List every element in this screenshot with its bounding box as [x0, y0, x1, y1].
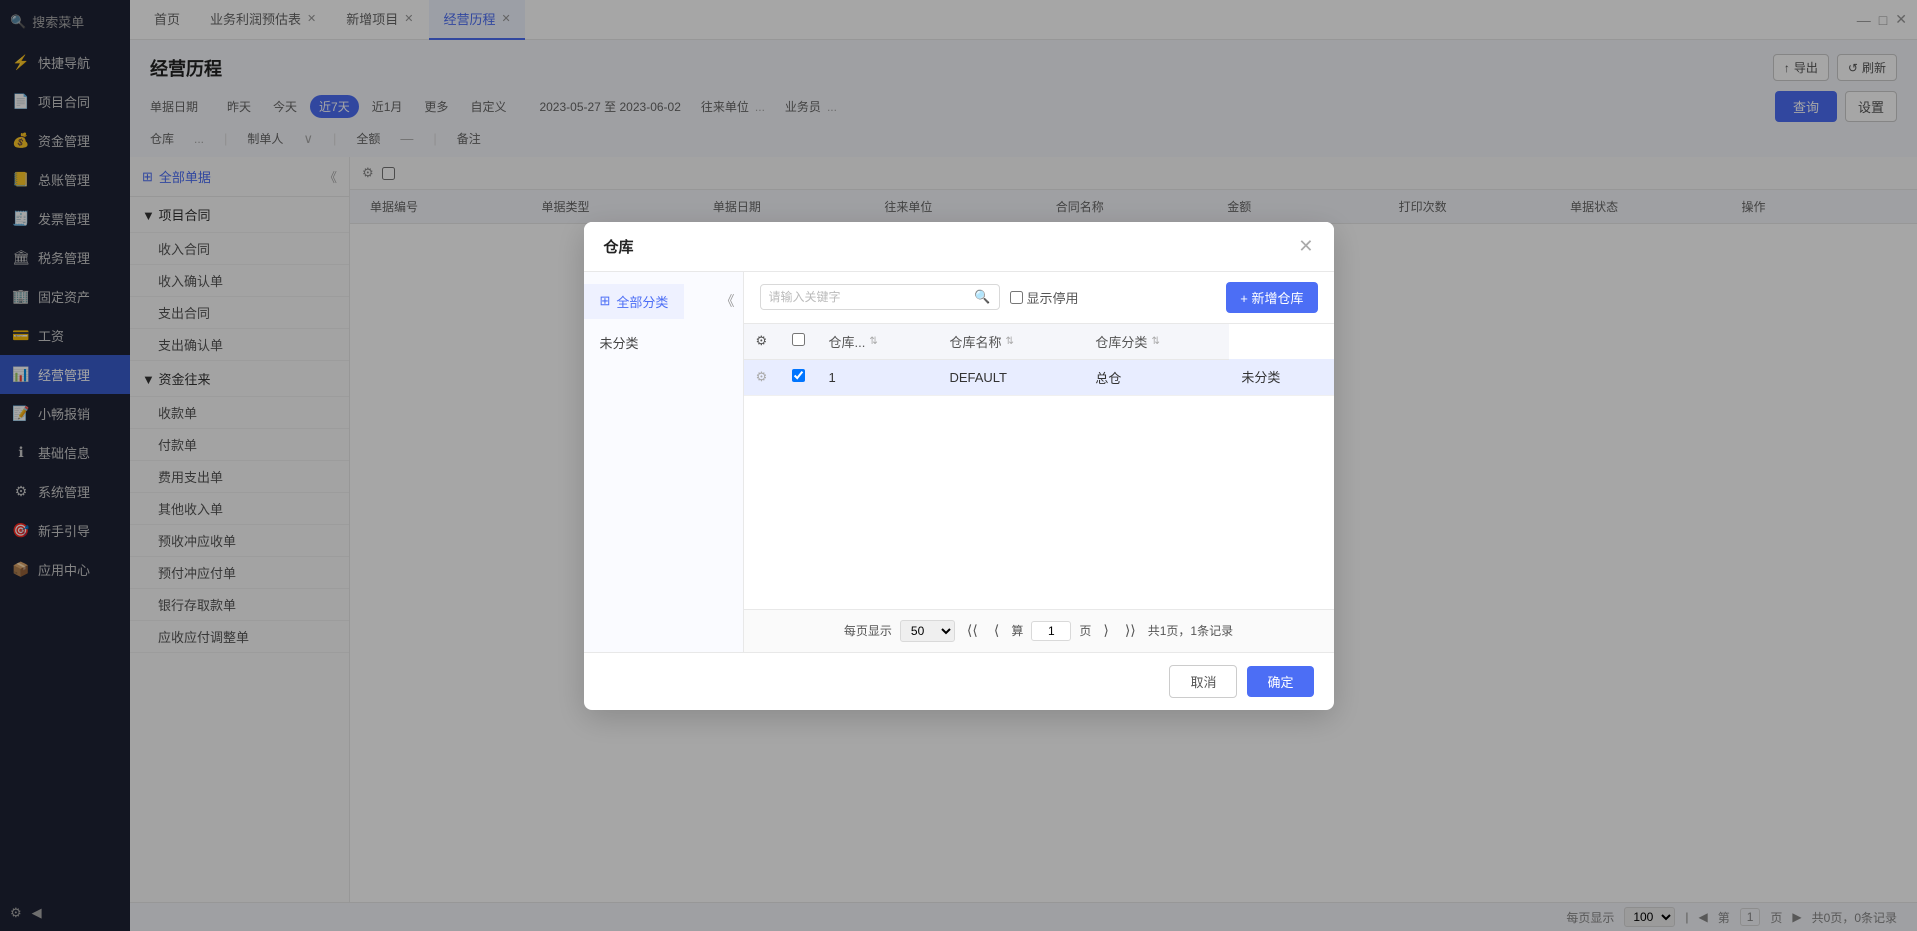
col-gear-header: ⚙	[744, 324, 780, 360]
modal-overlay: 仓库 ✕ ⊞ 全部分类 《 未分类	[0, 0, 1917, 931]
modal-collapse-button[interactable]: 《	[721, 291, 735, 311]
modal-right-panel: 🔍 显示停用 + 新增仓库 ⚙	[744, 272, 1334, 652]
modal-category-all[interactable]: ⊞ 全部分类	[584, 284, 685, 319]
confirm-button[interactable]: 确定	[1247, 666, 1313, 697]
modal-total-label: 共1页，1条记录	[1148, 622, 1233, 639]
modal-actions: 取消 确定	[584, 652, 1334, 710]
col-check-header	[780, 324, 817, 360]
search-icon: 🔍	[974, 289, 990, 305]
cancel-button[interactable]: 取消	[1169, 665, 1237, 698]
modal-page-label-after: 页	[1079, 622, 1091, 639]
row-name: 总仓	[1083, 359, 1229, 395]
grid-icon: ⊞	[600, 293, 611, 309]
show-disabled-label[interactable]: 显示停用	[1010, 288, 1079, 307]
table-select-all[interactable]	[792, 333, 805, 346]
row-category: 未分类	[1229, 359, 1333, 395]
modal-next-page-btn[interactable]: ⟩	[1099, 620, 1112, 641]
modal-toolbar: 🔍 显示停用 + 新增仓库	[744, 272, 1334, 324]
show-disabled-checkbox[interactable]	[1010, 291, 1023, 304]
modal-table: ⚙ 仓库...⇅ 仓库名称⇅ 仓库分类⇅	[744, 324, 1334, 609]
modal-category-unclassified[interactable]: 未分类	[584, 325, 743, 360]
row-code: DEFAULT	[937, 359, 1083, 395]
col-code-header: 仓库...⇅	[817, 324, 938, 360]
modal-body: ⊞ 全部分类 《 未分类 🔍	[584, 272, 1334, 652]
table-row[interactable]: ⚙ 1 DEFAULT 总仓 未分类	[744, 359, 1334, 395]
add-warehouse-button[interactable]: + 新增仓库	[1226, 282, 1317, 313]
modal-page-size-select[interactable]: 102050100	[900, 620, 955, 642]
modal-first-page-btn[interactable]: ⟨⟨	[963, 620, 982, 641]
modal-search-box: 🔍	[760, 284, 1000, 310]
modal-page-size-label: 每页显示	[844, 622, 892, 639]
modal-pagination: 每页显示 102050100 ⟨⟨ ⟨ 算 页 ⟩ ⟩⟩ 共1页，1条记录	[744, 609, 1334, 652]
row-gear[interactable]: ⚙	[744, 359, 780, 395]
col-name-header: 仓库名称⇅	[937, 324, 1083, 360]
warehouse-modal: 仓库 ✕ ⊞ 全部分类 《 未分类	[584, 222, 1334, 710]
modal-page-label-before: 算	[1011, 622, 1023, 639]
modal-prev-page-btn[interactable]: ⟨	[990, 620, 1003, 641]
modal-left-panel: ⊞ 全部分类 《 未分类	[584, 272, 744, 652]
modal-header: 仓库 ✕	[584, 222, 1334, 272]
row-check[interactable]	[780, 359, 817, 395]
modal-search-input[interactable]	[769, 290, 971, 304]
row-num: 1	[817, 359, 938, 395]
modal-last-page-btn[interactable]: ⟩⟩	[1121, 620, 1140, 641]
col-category-header: 仓库分类⇅	[1083, 324, 1229, 360]
modal-close-button[interactable]: ✕	[1298, 236, 1313, 257]
modal-title: 仓库	[604, 236, 634, 257]
modal-page-input[interactable]	[1031, 621, 1071, 641]
